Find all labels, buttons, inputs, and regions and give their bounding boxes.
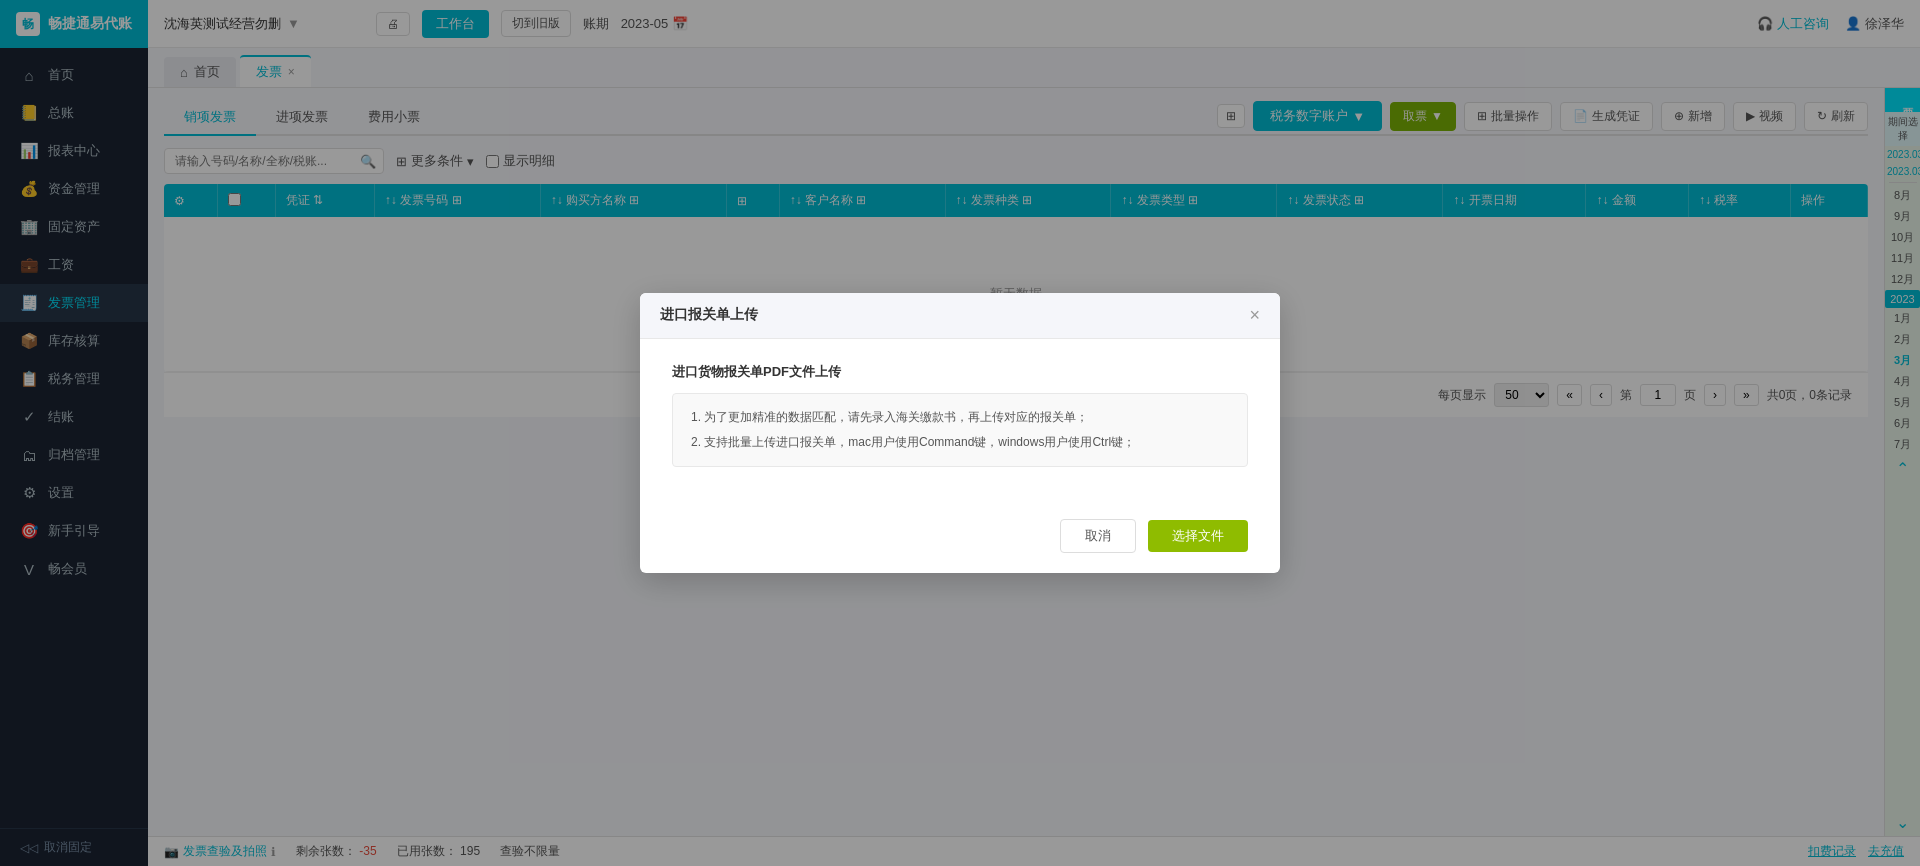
modal-info-item-2: 2. 支持批量上传进口报关单，mac用户使用Command键，windows用户… bbox=[691, 433, 1229, 452]
modal-header: 进口报关单上传 × bbox=[640, 293, 1280, 339]
modal-title: 进口报关单上传 bbox=[660, 306, 758, 324]
modal-body: 进口货物报关单PDF文件上传 1. 为了更加精准的数据匹配，请先录入海关缴款书，… bbox=[640, 339, 1280, 507]
modal-section-title: 进口货物报关单PDF文件上传 bbox=[672, 363, 1248, 381]
modal-footer: 取消 选择文件 bbox=[640, 507, 1280, 573]
modal-info-item-1: 1. 为了更加精准的数据匹配，请先录入海关缴款书，再上传对应的报关单； bbox=[691, 408, 1229, 427]
import-customs-modal: 进口报关单上传 × 进口货物报关单PDF文件上传 1. 为了更加精准的数据匹配，… bbox=[640, 293, 1280, 573]
modal-cancel-btn[interactable]: 取消 bbox=[1060, 519, 1136, 553]
modal-select-file-btn[interactable]: 选择文件 bbox=[1148, 520, 1248, 552]
modal-close-btn[interactable]: × bbox=[1249, 305, 1260, 326]
modal-overlay: 进口报关单上传 × 进口货物报关单PDF文件上传 1. 为了更加精准的数据匹配，… bbox=[0, 0, 1920, 866]
modal-info-box: 1. 为了更加精准的数据匹配，请先录入海关缴款书，再上传对应的报关单； 2. 支… bbox=[672, 393, 1248, 467]
